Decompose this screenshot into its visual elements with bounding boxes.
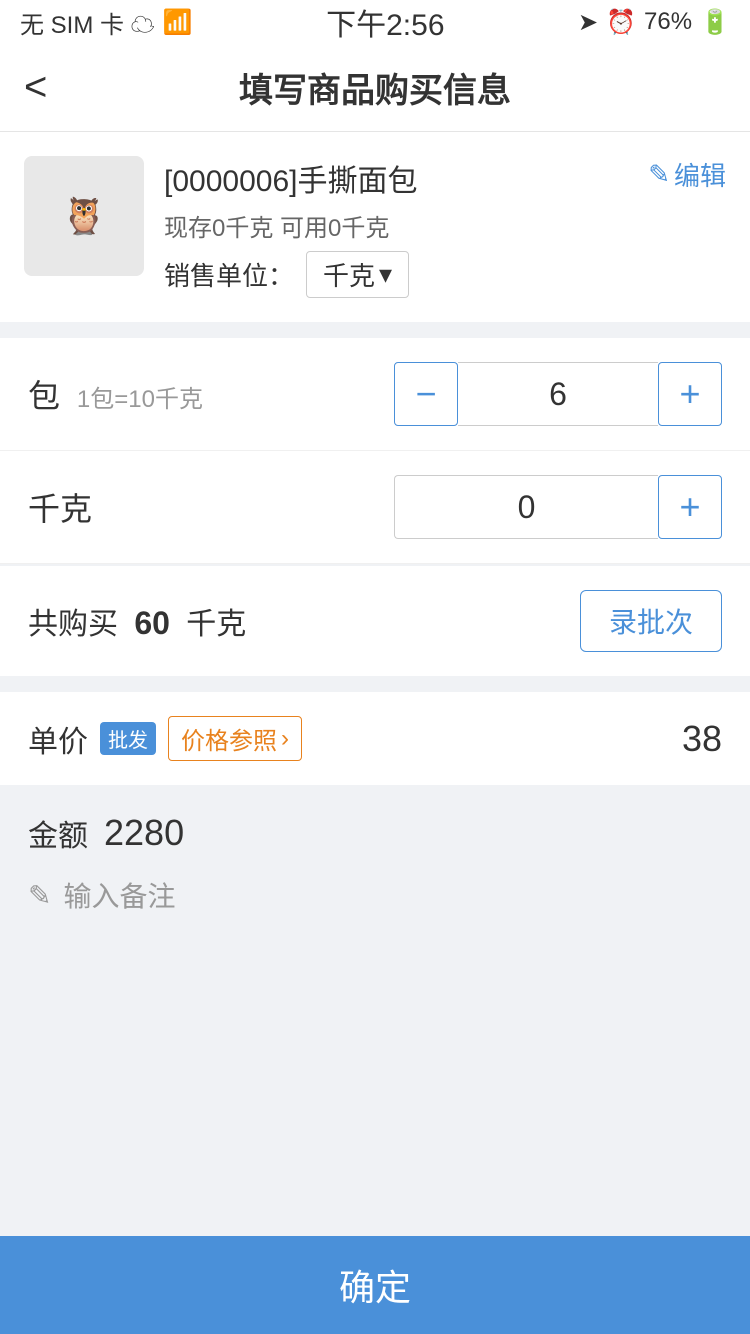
amount-row: 金额 2280 [28, 811, 722, 855]
product-thumbnail: 🦉 [24, 156, 144, 276]
record-batch-button[interactable]: 录批次 [580, 590, 722, 652]
sim-status: 无 SIM 卡 ☁ [20, 5, 155, 40]
product-card: 🦉 [0000006]手撕面包 现存0千克 可用0千克 销售单位： 千克 ▾ ✎… [0, 132, 750, 322]
quantity-section: 包 1包=10千克 − + 千克 + [0, 338, 750, 564]
price-reference-button[interactable]: 价格参照 › [168, 716, 302, 761]
kg-label: 千克 [28, 484, 394, 530]
remark-placeholder[interactable]: 输入备注 [63, 875, 175, 915]
total-row: 共购买 60 千克 录批次 [0, 566, 750, 676]
kg-qty-row: 千克 + [0, 451, 750, 564]
total-label: 共购买 60 千克 [28, 599, 246, 643]
kg-qty-input[interactable] [394, 475, 658, 539]
location-icon: ➤ [578, 8, 598, 37]
amount-label: 金额 [28, 811, 88, 855]
status-left: 无 SIM 卡 ☁ 📶 [20, 5, 193, 40]
price-label: 单价 [28, 717, 88, 761]
alarm-icon: ⏰ [606, 8, 636, 37]
bao-qty-control: − + [394, 362, 722, 426]
edit-icon: ✎ [648, 159, 670, 190]
bao-qty-input[interactable] [458, 362, 658, 426]
pencil-icon: ✎ [28, 879, 51, 912]
bao-label: 包 1包=10千克 [28, 371, 394, 417]
product-name: [0000006]手撕面包 [164, 156, 726, 200]
wifi-icon: 📶 [163, 8, 193, 37]
edit-button[interactable]: ✎ 编辑 [648, 156, 726, 193]
status-time: 下午2:56 [326, 0, 444, 44]
total-amount: 60 [134, 605, 170, 641]
price-label-group: 单价 批发 价格参照 › [28, 716, 302, 761]
battery-icon: 🔋 [700, 8, 730, 37]
unit-label: 销售单位： [164, 256, 294, 293]
back-button[interactable]: < [24, 65, 47, 110]
nav-bar: < 填写商品购买信息 [0, 44, 750, 132]
bao-minus-button[interactable]: − [394, 362, 458, 426]
remark-row[interactable]: ✎ 输入备注 [28, 875, 722, 915]
price-section: 单价 批发 价格参照 › 38 [0, 692, 750, 785]
bottom-filler [0, 939, 750, 1239]
battery-level: 76% [644, 8, 692, 36]
page-title: 填写商品购买信息 [239, 63, 511, 112]
chevron-right-icon: › [281, 725, 289, 753]
bao-hint: 1包=10千克 [77, 386, 203, 413]
wholesale-badge: 批发 [100, 722, 156, 755]
product-info: [0000006]手撕面包 现存0千克 可用0千克 销售单位： 千克 ▾ [164, 156, 726, 298]
kg-qty-control: + [394, 475, 722, 539]
product-thumb-icon: 🦉 [62, 195, 107, 237]
kg-plus-button[interactable]: + [658, 475, 722, 539]
price-value: 38 [682, 718, 722, 760]
amount-section: 金额 2280 ✎ 输入备注 [0, 787, 750, 939]
bao-qty-row: 包 1包=10千克 − + [0, 338, 750, 451]
confirm-button[interactable]: 确定 [0, 1236, 750, 1334]
product-unit-row: 销售单位： 千克 ▾ [164, 251, 726, 298]
amount-value: 2280 [104, 812, 184, 854]
bao-plus-button[interactable]: + [658, 362, 722, 426]
chevron-down-icon: ▾ [379, 259, 392, 290]
product-stock: 现存0千克 可用0千克 [164, 208, 726, 243]
price-row: 单价 批发 价格参照 › 38 [28, 716, 722, 761]
unit-select[interactable]: 千克 ▾ [306, 251, 409, 298]
status-bar: 无 SIM 卡 ☁ 📶 下午2:56 ➤ ⏰ 76% 🔋 [0, 0, 750, 44]
status-right: ➤ ⏰ 76% 🔋 [578, 8, 730, 37]
